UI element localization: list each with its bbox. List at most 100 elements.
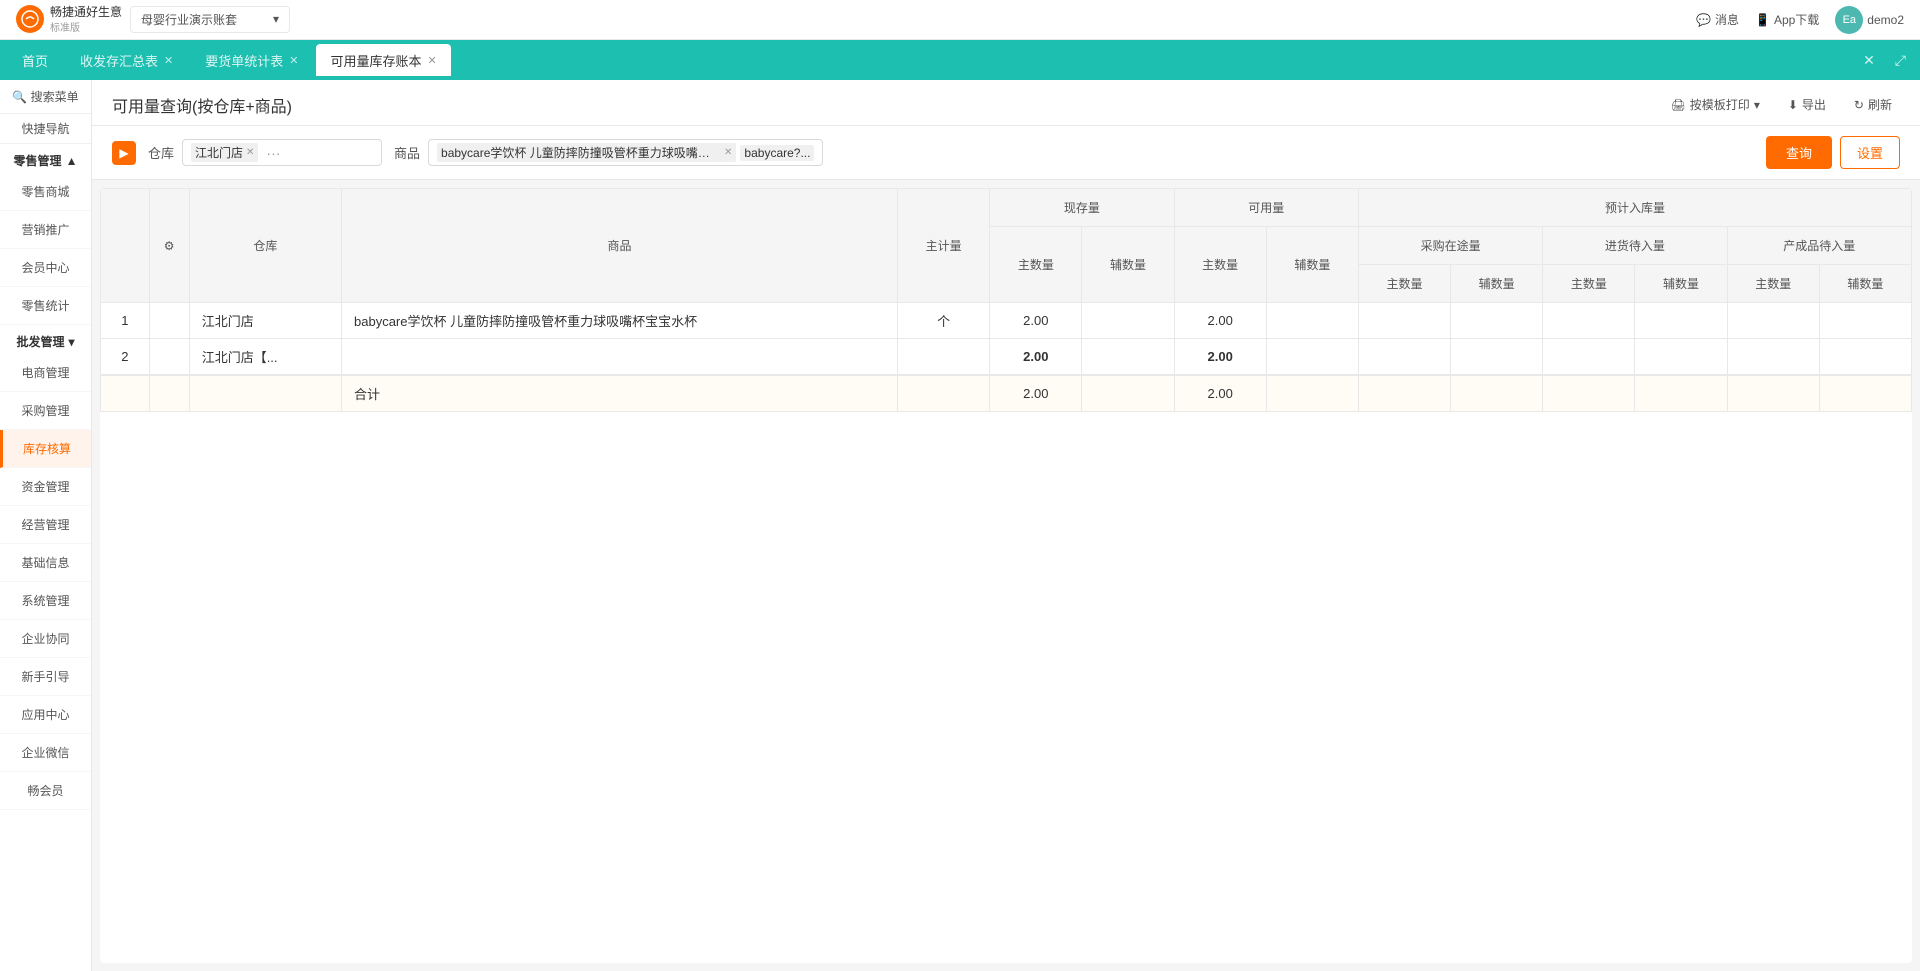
nav-tabs-bar: 首页 收发存汇总表 ✕ 要货单统计表 ✕ 可用量库存账本 ✕ ✕ ⤢ — [0, 40, 1920, 80]
th-pur-transit-main: 主数量 — [1358, 265, 1450, 303]
sidebar-quicknav[interactable]: 快捷导航 — [0, 114, 91, 144]
footer-pur-transit-aux — [1451, 375, 1543, 412]
page-title: 可用量查询(按仓库+商品) — [112, 93, 292, 117]
export-icon: ⬇ — [1788, 98, 1798, 112]
sidebar-item-member[interactable]: 会员中心 — [0, 249, 91, 287]
message-icon: 💬 — [1696, 13, 1711, 27]
cell-stock-aux — [1082, 339, 1174, 376]
sidebar-item-label: 新手引导 — [21, 668, 69, 685]
sidebar-search[interactable]: 🔍 搜索菜单 — [0, 80, 91, 114]
sidebar-item-weixin[interactable]: 企业微信 — [0, 734, 91, 772]
tab-yaohuo[interactable]: 要货单统计表 ✕ — [191, 44, 312, 76]
sidebar-item-retail-stats[interactable]: 零售统计 — [0, 287, 91, 325]
sidebar-item-label: 畅会员 — [27, 782, 63, 799]
sidebar-item-app-center[interactable]: 应用中心 — [0, 696, 91, 734]
sidebar: 🔍 搜索菜单 快捷导航 零售管理 ▲ 零售商城 营销推广 会员中心 零售统计 批… — [0, 80, 92, 971]
sidebar-search-label: 搜索菜单 — [31, 90, 79, 104]
th-stock-main: 主数量 — [990, 227, 1082, 303]
sidebar-item-operations[interactable]: 经营管理 — [0, 506, 91, 544]
chevron-icon: ▲ — [66, 154, 78, 168]
remove-tag-btn[interactable]: ✕ — [246, 147, 254, 158]
sidebar-item-system[interactable]: 系统管理 — [0, 582, 91, 620]
footer-stock-main: 2.00 — [990, 375, 1082, 412]
th-stock-aux: 辅数量 — [1082, 227, 1174, 303]
warehouse-input[interactable]: 江北门店 ✕ ··· — [182, 139, 382, 166]
export-btn[interactable]: ⬇ 导出 — [1780, 92, 1834, 117]
print-label: 按模板打印 — [1690, 96, 1750, 113]
sidebar-item-label: 基础信息 — [21, 554, 69, 571]
app-download-action[interactable]: 📱 App下载 — [1755, 11, 1819, 28]
sidebar-item-label: 零售统计 — [21, 297, 69, 314]
top-header: 畅捷通好生意 标准版 母婴行业演示账套 ▾ 💬 消息 📱 App下载 Ea de… — [0, 0, 1920, 40]
close-icon[interactable]: ✕ — [428, 54, 437, 67]
cell-avail-aux — [1266, 303, 1358, 339]
footer-stock-aux — [1082, 375, 1174, 412]
th-settings[interactable]: ⚙ — [149, 189, 189, 303]
message-action[interactable]: 💬 消息 — [1696, 11, 1739, 28]
th-incoming-aux: 辅数量 — [1635, 265, 1727, 303]
more-options-icon[interactable]: ··· — [262, 145, 284, 161]
warehouse-tag: 江北门店 ✕ — [191, 143, 258, 162]
warehouse-label: 仓库 — [148, 143, 174, 162]
sidebar-item-wholesale-mgmt[interactable]: 批发管理 ▾ — [0, 325, 91, 354]
chevron-down-icon: ▾ — [273, 12, 279, 26]
sidebar-item-marketing[interactable]: 营销推广 — [0, 211, 91, 249]
cell-incoming-main — [1543, 303, 1635, 339]
tab-keyongliang[interactable]: 可用量库存账本 ✕ — [316, 44, 450, 76]
sidebar-item-purchase[interactable]: 采购管理 — [0, 392, 91, 430]
table-footer-row: 合计 2.00 2.00 — [101, 375, 1912, 412]
filter-toggle-btn[interactable]: ▶ — [112, 141, 136, 165]
footer-empty — [898, 375, 990, 412]
tab-keyongliang-label: 可用量库存账本 — [330, 51, 421, 70]
query-button[interactable]: 查询 — [1766, 136, 1832, 169]
print-template-btn[interactable]: 🖨 按模板打印 ▾ — [1663, 92, 1768, 117]
sidebar-item-retail-mall[interactable]: 零售商城 — [0, 173, 91, 211]
sidebar-item-inventory[interactable]: 库存核算 — [0, 430, 91, 468]
sidebar-item-ecommerce[interactable]: 电商管理 — [0, 354, 91, 392]
th-product-pending-main: 主数量 — [1727, 265, 1819, 303]
cell-product: babycare学饮杯 儿童防摔防撞吸管杯重力球吸嘴杯宝宝水杯 — [342, 303, 898, 339]
cell-unit — [898, 339, 990, 376]
th-incoming-main: 主数量 — [1543, 265, 1635, 303]
chevron-down-icon: ▾ — [1754, 98, 1760, 112]
close-window-btn[interactable]: ✕ — [1857, 50, 1881, 71]
product-label: 商品 — [394, 143, 420, 162]
refresh-btn[interactable]: ↻ 刷新 — [1846, 92, 1900, 117]
table-row: 2 江北门店【... 2.00 2.00 — [101, 339, 1912, 376]
sidebar-item-enterprise[interactable]: 企业协同 — [0, 620, 91, 658]
th-seq — [101, 189, 150, 303]
product-tag-text: babycare学饮杯 儿童防摔防撞吸管杯重力球吸嘴杯宝宝水杯 — [441, 144, 721, 161]
cell-product-pending-aux — [1819, 339, 1911, 376]
maximize-btn[interactable]: ⤢ — [1889, 50, 1912, 71]
sidebar-item-retail-mgmt[interactable]: 零售管理 ▲ — [0, 144, 91, 173]
sidebar-item-label: 资金管理 — [21, 478, 69, 495]
th-product-pending-aux: 辅数量 — [1819, 265, 1911, 303]
close-icon[interactable]: ✕ — [164, 54, 173, 67]
product-input[interactable]: babycare学饮杯 儿童防摔防撞吸管杯重力球吸嘴杯宝宝水杯 ✕ babyca… — [428, 139, 823, 166]
sidebar-item-vip[interactable]: 畅会员 — [0, 772, 91, 810]
tab-home[interactable]: 首页 — [8, 51, 62, 70]
logo-text: 畅捷通好生意 — [50, 5, 122, 19]
industry-selector[interactable]: 母婴行业演示账套 ▾ — [130, 6, 290, 33]
cell-incoming-aux — [1635, 303, 1727, 339]
user-action[interactable]: Ea demo2 — [1835, 6, 1904, 34]
close-icon[interactable]: ✕ — [289, 54, 298, 67]
tab-shoufacun[interactable]: 收发存汇总表 ✕ — [66, 44, 187, 76]
sidebar-item-finance[interactable]: 资金管理 — [0, 468, 91, 506]
page-actions: 🖨 按模板打印 ▾ ⬇ 导出 ↻ 刷新 — [1663, 92, 1900, 117]
avatar: Ea — [1835, 6, 1863, 34]
chevron-icon: ▾ — [68, 335, 74, 349]
cell-unit: 个 — [898, 303, 990, 339]
refresh-icon: ↻ — [1854, 98, 1864, 112]
sidebar-item-label: 企业协同 — [21, 630, 69, 647]
sidebar-item-basic-info[interactable]: 基础信息 — [0, 544, 91, 582]
sidebar-item-new-guide[interactable]: 新手引导 — [0, 658, 91, 696]
cell-avail-aux — [1266, 339, 1358, 376]
page-title-row: 可用量查询(按仓库+商品) 🖨 按模板打印 ▾ ⬇ 导出 ↻ 刷新 — [112, 92, 1900, 125]
table-header-row-1: ⚙ 仓库 商品 主计量 现存量 可用量 预计入库量 — [101, 189, 1912, 227]
settings-button[interactable]: 设置 — [1840, 136, 1900, 169]
footer-empty — [189, 375, 341, 412]
remove-tag-btn[interactable]: ✕ — [724, 147, 732, 158]
th-avail-main: 主数量 — [1174, 227, 1266, 303]
logo-text-area: 畅捷通好生意 标准版 — [50, 5, 122, 34]
